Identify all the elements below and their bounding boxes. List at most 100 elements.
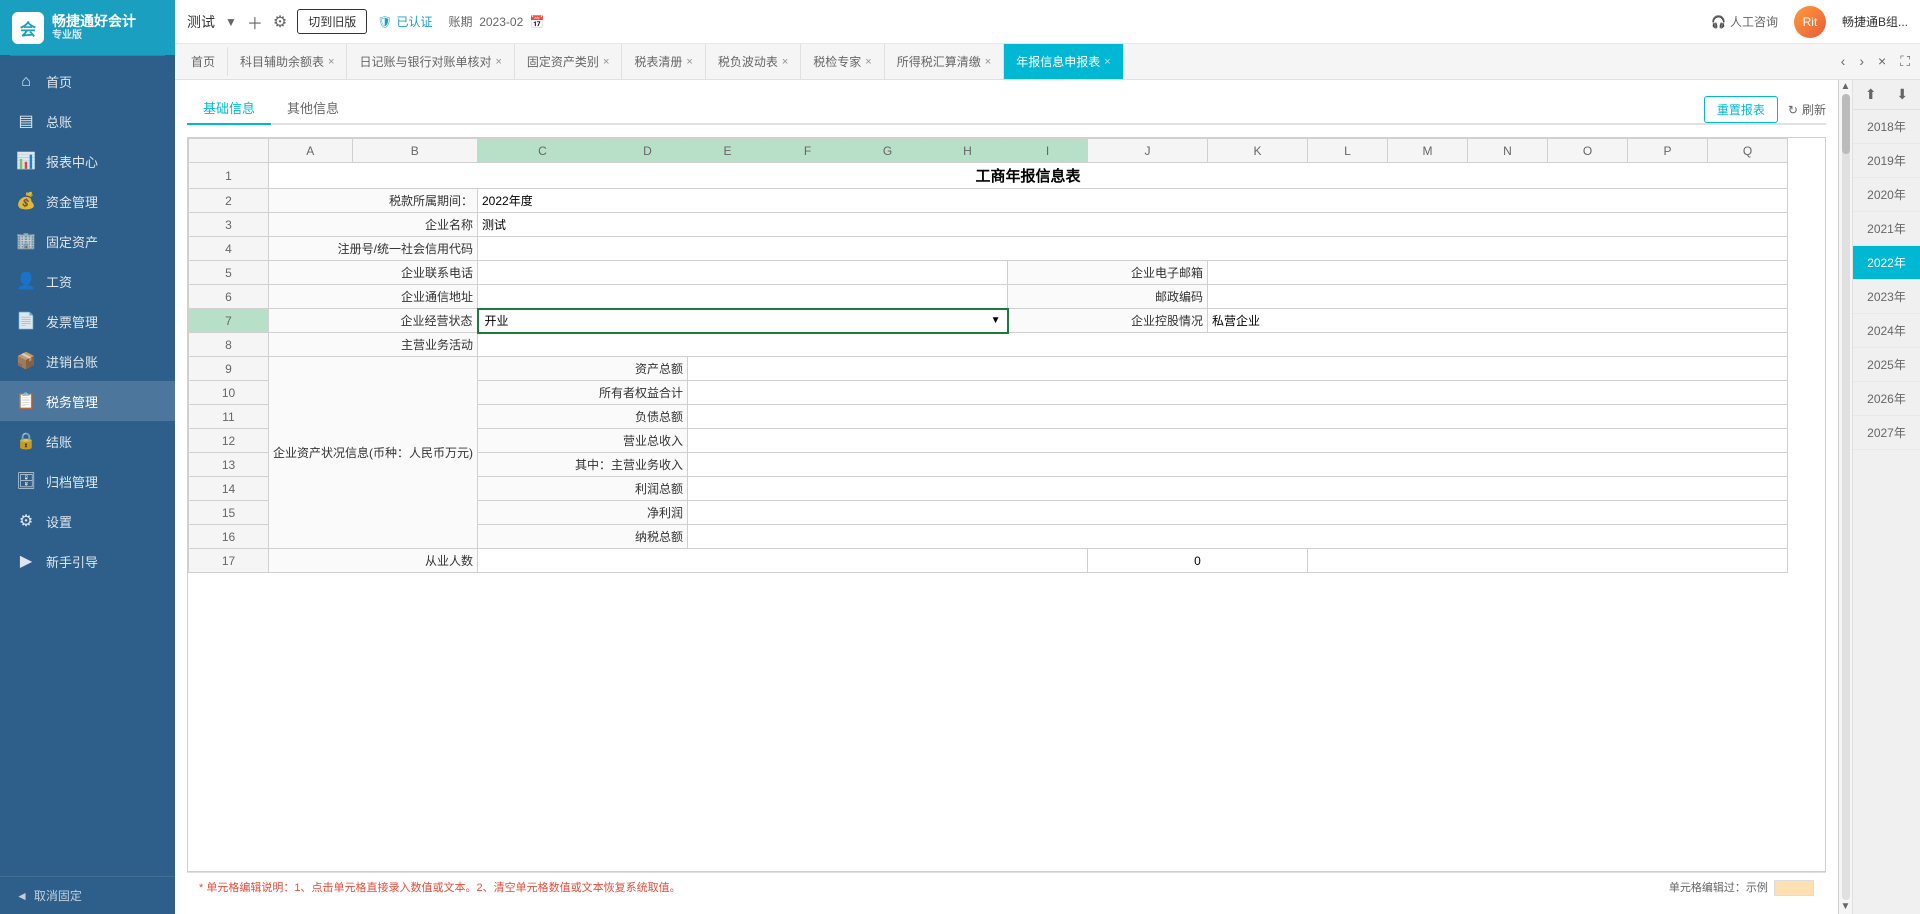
sheet-title[interactable]: 工商年报信息表 xyxy=(269,163,1788,189)
equity-value[interactable] xyxy=(688,381,1788,405)
col-header-o[interactable]: O xyxy=(1548,139,1628,163)
dropdown-arrow-icon[interactable]: ▼ xyxy=(991,315,1001,326)
net-profit-value[interactable] xyxy=(688,501,1788,525)
employees-value-left[interactable] xyxy=(478,549,1088,573)
tab-close-icon[interactable]: × xyxy=(865,56,871,68)
sidebar-item-ledger[interactable]: ▤ 总账 xyxy=(0,101,175,141)
year-item-2020[interactable]: 2020年 xyxy=(1853,178,1920,212)
scroll-track[interactable] xyxy=(1842,94,1850,900)
settings-gear-icon[interactable]: ⚙ xyxy=(273,12,287,32)
biz-status-value[interactable]: 开业 ▼ xyxy=(478,309,1008,333)
total-profit-value[interactable] xyxy=(688,477,1788,501)
horizontal-scrollbar[interactable] xyxy=(188,871,1825,872)
scroll-down-icon[interactable]: ▼ xyxy=(1841,902,1851,912)
service-btn[interactable]: 🎧 人工咨询 xyxy=(1711,13,1778,30)
col-header-q[interactable]: Q xyxy=(1708,139,1788,163)
refresh-btn[interactable]: ↻ 刷新 xyxy=(1788,101,1826,118)
tab-journal[interactable]: 日记账与银行对账单核对 × xyxy=(347,44,514,79)
main-biz-value[interactable] xyxy=(478,333,1788,357)
year-item-2021[interactable]: 2021年 xyxy=(1853,212,1920,246)
address-value[interactable] xyxy=(478,285,1008,309)
vertical-scrollbar[interactable]: ▲ ▼ xyxy=(1838,80,1852,914)
col-header-e[interactable]: E xyxy=(688,139,768,163)
tab-tax-expert[interactable]: 税检专家 × xyxy=(801,44,884,79)
reset-report-btn[interactable]: 重置报表 xyxy=(1704,96,1778,123)
panel-up-icon[interactable]: ⬆ xyxy=(1863,84,1879,105)
postcode-value[interactable] xyxy=(1208,285,1788,309)
phone-value[interactable] xyxy=(478,261,1008,285)
reg-code-value[interactable] xyxy=(478,237,1788,261)
col-header-n[interactable]: N xyxy=(1468,139,1548,163)
tab-aux[interactable]: 科目辅助余额表 × xyxy=(228,44,347,79)
col-header-k[interactable]: K xyxy=(1208,139,1308,163)
tab-close-all-icon[interactable]: × xyxy=(1872,49,1892,74)
sidebar-item-guide[interactable]: ▶ 新手引导 xyxy=(0,541,175,581)
sidebar-item-wages[interactable]: 👤 工资 xyxy=(0,261,175,301)
sidebar-item-funds[interactable]: 💰 资金管理 xyxy=(0,181,175,221)
tab-next-icon[interactable]: › xyxy=(1853,49,1870,74)
col-header-b[interactable]: B xyxy=(352,139,477,163)
sidebar-item-reports[interactable]: 📊 报表中心 xyxy=(0,141,175,181)
email-value[interactable] xyxy=(1208,261,1788,285)
sidebar-item-assets[interactable]: 🏢 固定资产 xyxy=(0,221,175,261)
total-revenue-value[interactable] xyxy=(688,429,1788,453)
tab-annual-report[interactable]: 年报信息申报表 × xyxy=(1004,44,1123,79)
year-item-2019[interactable]: 2019年 xyxy=(1853,144,1920,178)
shareholding-value[interactable]: 私营企业 xyxy=(1208,309,1788,333)
col-header-f[interactable]: F xyxy=(768,139,848,163)
col-header-m[interactable]: M xyxy=(1388,139,1468,163)
sidebar-item-home[interactable]: ⌂ 首页 xyxy=(0,62,175,101)
col-header-j[interactable]: J xyxy=(1088,139,1208,163)
col-header-g[interactable]: G xyxy=(848,139,928,163)
sidebar-item-closing[interactable]: 🔒 结账 xyxy=(0,421,175,461)
total-tax-value[interactable] xyxy=(688,525,1788,549)
tab-close-icon[interactable]: × xyxy=(328,56,334,68)
tab-prev-icon[interactable]: ‹ xyxy=(1835,49,1852,74)
employees-value-extra[interactable] xyxy=(1308,549,1788,573)
year-item-2022[interactable]: 2022年 xyxy=(1853,246,1920,280)
scroll-up-icon[interactable]: ▲ xyxy=(1841,82,1851,92)
add-tab-icon[interactable]: ＋ xyxy=(247,10,263,34)
main-revenue-value[interactable] xyxy=(688,453,1788,477)
tab-tax-form[interactable]: 税表清册 × xyxy=(622,44,705,79)
col-header-c[interactable]: C xyxy=(478,139,608,163)
tax-period-value[interactable]: 2022年度 xyxy=(478,189,1788,213)
liabilities-value[interactable] xyxy=(688,405,1788,429)
tab-income-tax[interactable]: 所得税汇算清缴 × xyxy=(885,44,1004,79)
sidebar-item-tax[interactable]: 📋 税务管理 xyxy=(0,381,175,421)
tab-close-icon[interactable]: × xyxy=(495,56,501,68)
col-header-d[interactable]: D xyxy=(608,139,688,163)
subtab-other[interactable]: 其他信息 xyxy=(271,92,355,125)
tab-close-icon[interactable]: × xyxy=(603,56,609,68)
total-assets-value[interactable] xyxy=(688,357,1788,381)
panel-down-icon[interactable]: ⬇ xyxy=(1894,84,1910,105)
company-value[interactable]: 测试 xyxy=(478,213,1788,237)
subtab-basic[interactable]: 基础信息 xyxy=(187,92,271,125)
sidebar-item-archive[interactable]: 🗄 归档管理 xyxy=(0,461,175,501)
col-header-i[interactable]: I xyxy=(1008,139,1088,163)
year-item-2018[interactable]: 2018年 xyxy=(1853,110,1920,144)
tab-close-icon[interactable]: × xyxy=(985,56,991,68)
spreadsheet[interactable]: A B C D E F G H I J K L xyxy=(188,138,1825,871)
sidebar-item-stock[interactable]: 📦 进销台账 xyxy=(0,341,175,381)
sidebar-collapse-btn[interactable]: ◄ 取消固定 xyxy=(0,876,175,914)
sidebar-item-settings[interactable]: ⚙ 设置 xyxy=(0,501,175,541)
scroll-thumb[interactable] xyxy=(1842,94,1850,154)
year-item-2023[interactable]: 2023年 xyxy=(1853,280,1920,314)
sidebar-item-invoice[interactable]: 📄 发票管理 xyxy=(0,301,175,341)
year-item-2027[interactable]: 2027年 xyxy=(1853,416,1920,450)
year-item-2026[interactable]: 2026年 xyxy=(1853,382,1920,416)
col-header-a[interactable]: A xyxy=(269,139,353,163)
year-item-2024[interactable]: 2024年 xyxy=(1853,314,1920,348)
tab-fixed-assets-cat[interactable]: 固定资产类别 × xyxy=(515,44,622,79)
col-header-h[interactable]: H xyxy=(928,139,1008,163)
col-header-p[interactable]: P xyxy=(1628,139,1708,163)
tab-tax-fluct[interactable]: 税负波动表 × xyxy=(706,44,801,79)
tab-close-icon[interactable]: × xyxy=(686,56,692,68)
company-dropdown-icon[interactable]: ▼ xyxy=(225,15,237,29)
tab-expand-icon[interactable]: ⛶ xyxy=(1894,49,1916,74)
tab-close-icon[interactable]: × xyxy=(782,56,788,68)
tab-close-annual-icon[interactable]: × xyxy=(1104,56,1110,68)
col-header-l[interactable]: L xyxy=(1308,139,1388,163)
year-item-2025[interactable]: 2025年 xyxy=(1853,348,1920,382)
